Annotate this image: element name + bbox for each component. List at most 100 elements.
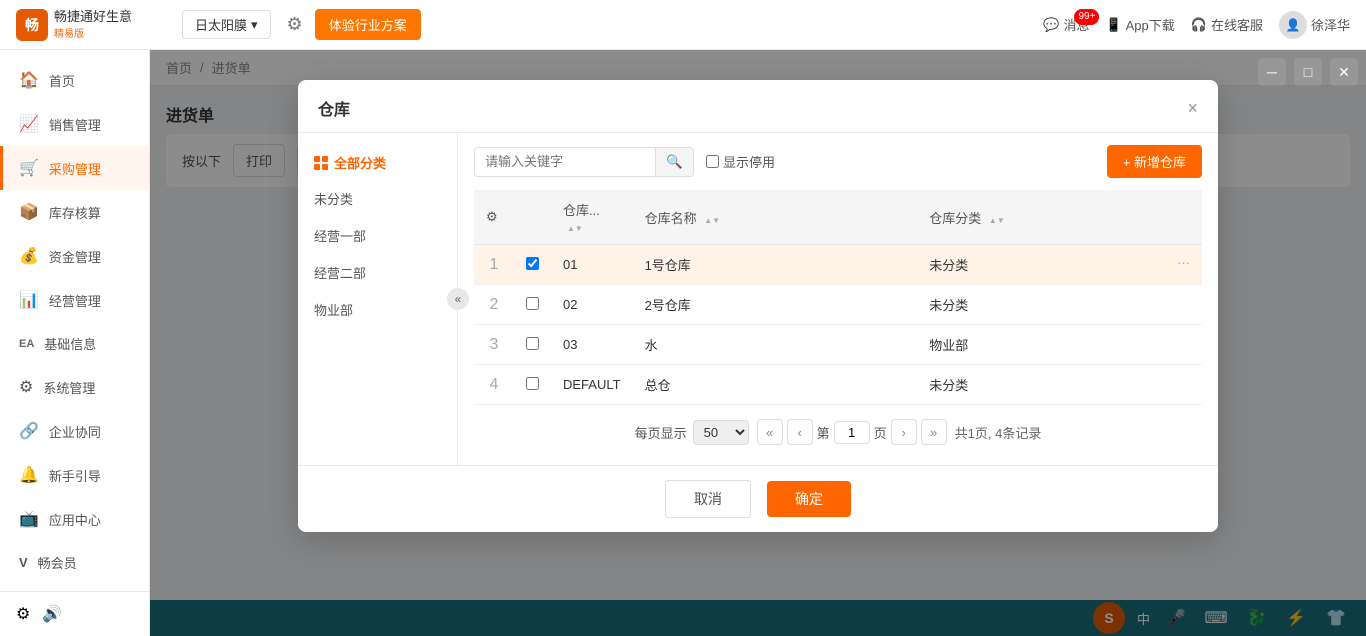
row-check[interactable] [514, 285, 551, 325]
col-header-category[interactable]: 仓库分类 ▲▼ [917, 190, 1202, 245]
sidebar-item-sales[interactable]: 📈 销售管理 [0, 102, 149, 146]
close-window-btn[interactable]: ✕ [1330, 58, 1358, 86]
table-toolbar: 🔍 显示停用 + 新增仓库 [474, 145, 1202, 178]
minimize-window-btn[interactable]: ─ [1258, 58, 1286, 86]
row-gear[interactable]: 4 [474, 365, 514, 405]
maximize-window-btn[interactable]: □ [1294, 58, 1322, 86]
online-service-area[interactable]: 🎧 在线客服 [1191, 15, 1263, 34]
sidebar-item-system[interactable]: ⚙ 系统管理 [0, 365, 149, 409]
sidebar-item-enterprise[interactable]: 🔗 企业协同 [0, 409, 149, 453]
cancel-button[interactable]: 取消 [665, 480, 751, 518]
trial-button[interactable]: 体验行业方案 [315, 9, 421, 40]
sidebar-label-home: 首页 [49, 71, 75, 90]
per-page-dropdown[interactable]: 50 10 20 100 [693, 420, 749, 445]
category-collapse-btn[interactable]: « [447, 288, 469, 310]
row-gear[interactable]: 2 [474, 285, 514, 325]
row-check[interactable] [514, 325, 551, 365]
category-item-property[interactable]: 物业部 [298, 291, 457, 328]
sidebar-item-purchase[interactable]: 🛒 采购管理 [0, 146, 149, 190]
sidebar-item-operations[interactable]: 📊 经营管理 [0, 278, 149, 322]
table-panel: 🔍 显示停用 + 新增仓库 ⚙ [458, 133, 1218, 465]
row-dots-icon[interactable]: 4 [490, 376, 499, 393]
add-warehouse-button[interactable]: + 新增仓库 [1107, 145, 1202, 178]
brand-icon: 畅 [16, 9, 48, 41]
prev-page-btn[interactable]: ‹ [787, 419, 813, 445]
table-row[interactable]: 1 01 1号仓库 未分类··· [474, 245, 1202, 285]
modal-body: 全部分类 « 未分类 经营一部 经营二部 物业部 [298, 133, 1218, 465]
modal-title: 仓库 [318, 96, 350, 120]
sidebar-label-system: 系统管理 [43, 378, 95, 397]
category-item-dept2[interactable]: 经营二部 [298, 254, 457, 291]
table-row[interactable]: 3 03 水 物业部 [474, 325, 1202, 365]
col-code-label: 仓库... [563, 203, 600, 218]
basic-info-icon: EA [19, 338, 34, 350]
col-header-code[interactable]: 仓库... ▲▼ [551, 190, 633, 245]
table-row[interactable]: 4 DEFAULT 总仓 未分类 [474, 365, 1202, 405]
sidebar-label-inventory: 库存核算 [49, 203, 101, 222]
brand-name: 畅捷通好生意 [54, 9, 132, 25]
first-page-btn[interactable]: « [757, 419, 783, 445]
search-input[interactable] [475, 148, 655, 175]
next-page-btn[interactable]: › [891, 419, 917, 445]
sidebar-item-basic-info[interactable]: EA 基础信息 [0, 322, 149, 365]
col-header-name[interactable]: 仓库名称 ▲▼ [633, 190, 918, 245]
sidebar-settings-icon[interactable]: ⚙ [16, 604, 30, 624]
page-number-input[interactable] [834, 421, 870, 444]
row-check[interactable] [514, 365, 551, 405]
modal-close-button[interactable]: × [1187, 99, 1198, 117]
page-unit: 页 [874, 423, 887, 442]
app-download-label: App下载 [1126, 15, 1175, 34]
brand-sub: 精易版 [54, 25, 132, 40]
row-dots-icon[interactable]: 2 [490, 296, 499, 313]
warehouse-table: ⚙ 仓库... ▲▼ 仓库名称 ▲▼ [474, 190, 1202, 405]
row-name: 1号仓库 [633, 245, 918, 285]
username-label: 徐泽华 [1311, 15, 1350, 34]
row-checkbox[interactable] [526, 257, 539, 270]
row-dots-icon[interactable]: 1 [490, 256, 499, 273]
sidebar-item-app-center[interactable]: 📺 应用中心 [0, 497, 149, 541]
col-name-label: 仓库名称 [645, 211, 697, 226]
show-disabled-label[interactable]: 显示停用 [706, 152, 775, 171]
page-nav: « ‹ 第 页 › » [757, 419, 947, 445]
store-selector[interactable]: 日太阳膜 ▾ [182, 10, 271, 39]
app-download-area[interactable]: 📱 App下载 [1105, 15, 1174, 34]
confirm-button[interactable]: 确定 [767, 481, 851, 517]
category-item-dept1[interactable]: 经营一部 [298, 217, 457, 254]
row-checkbox[interactable] [526, 337, 539, 350]
row-category: 未分类··· [917, 245, 1202, 285]
sidebar-item-inventory[interactable]: 📦 库存核算 [0, 190, 149, 234]
main-layout: 🏠 首页 📈 销售管理 🛒 采购管理 📦 库存核算 💰 资金管理 📊 经营管理 … [0, 50, 1366, 636]
row-check[interactable] [514, 245, 551, 285]
sales-icon: 📈 [19, 114, 39, 134]
modal-footer: 取消 确定 [298, 465, 1218, 532]
grid-icon [314, 156, 328, 170]
show-disabled-checkbox[interactable] [706, 155, 719, 168]
search-box: 🔍 [474, 147, 694, 177]
headset-icon: 🎧 [1191, 17, 1207, 33]
row-gear[interactable]: 3 [474, 325, 514, 365]
category-item-unclassified[interactable]: 未分类 [298, 180, 457, 217]
sidebar-item-home[interactable]: 🏠 首页 [0, 58, 149, 102]
dropdown-arrow-icon: ▾ [251, 17, 258, 33]
notification-area[interactable]: 💬 消息 99+ [1043, 15, 1089, 34]
sidebar-volume-icon[interactable]: 🔊 [42, 604, 62, 624]
search-button[interactable]: 🔍 [655, 148, 693, 176]
row-gear[interactable]: 1 [474, 245, 514, 285]
col-header-gear[interactable]: ⚙ [474, 190, 514, 245]
per-page-label: 每页显示 [635, 423, 687, 442]
user-avatar-area[interactable]: 👤 徐泽华 [1279, 11, 1350, 39]
row-checkbox[interactable] [526, 377, 539, 390]
category-all-header[interactable]: 全部分类 [298, 145, 457, 180]
last-page-btn[interactable]: » [921, 419, 947, 445]
row-dots-icon[interactable]: 3 [490, 336, 499, 353]
modal-overlay: ─ □ ✕ 仓库 × [150, 50, 1366, 636]
pagination: 每页显示 50 10 20 100 « ‹ [474, 405, 1202, 453]
row-category: 物业部 [917, 325, 1202, 365]
row-checkbox[interactable] [526, 297, 539, 310]
sidebar-item-member[interactable]: V 畅会员 [0, 541, 149, 584]
settings-icon[interactable]: ⚙ [287, 14, 303, 35]
table-row[interactable]: 2 02 2号仓库 未分类 [474, 285, 1202, 325]
sidebar-label-sales: 销售管理 [49, 115, 101, 134]
sidebar-item-guide[interactable]: 🔔 新手引导 [0, 453, 149, 497]
sidebar-item-finance[interactable]: 💰 资金管理 [0, 234, 149, 278]
